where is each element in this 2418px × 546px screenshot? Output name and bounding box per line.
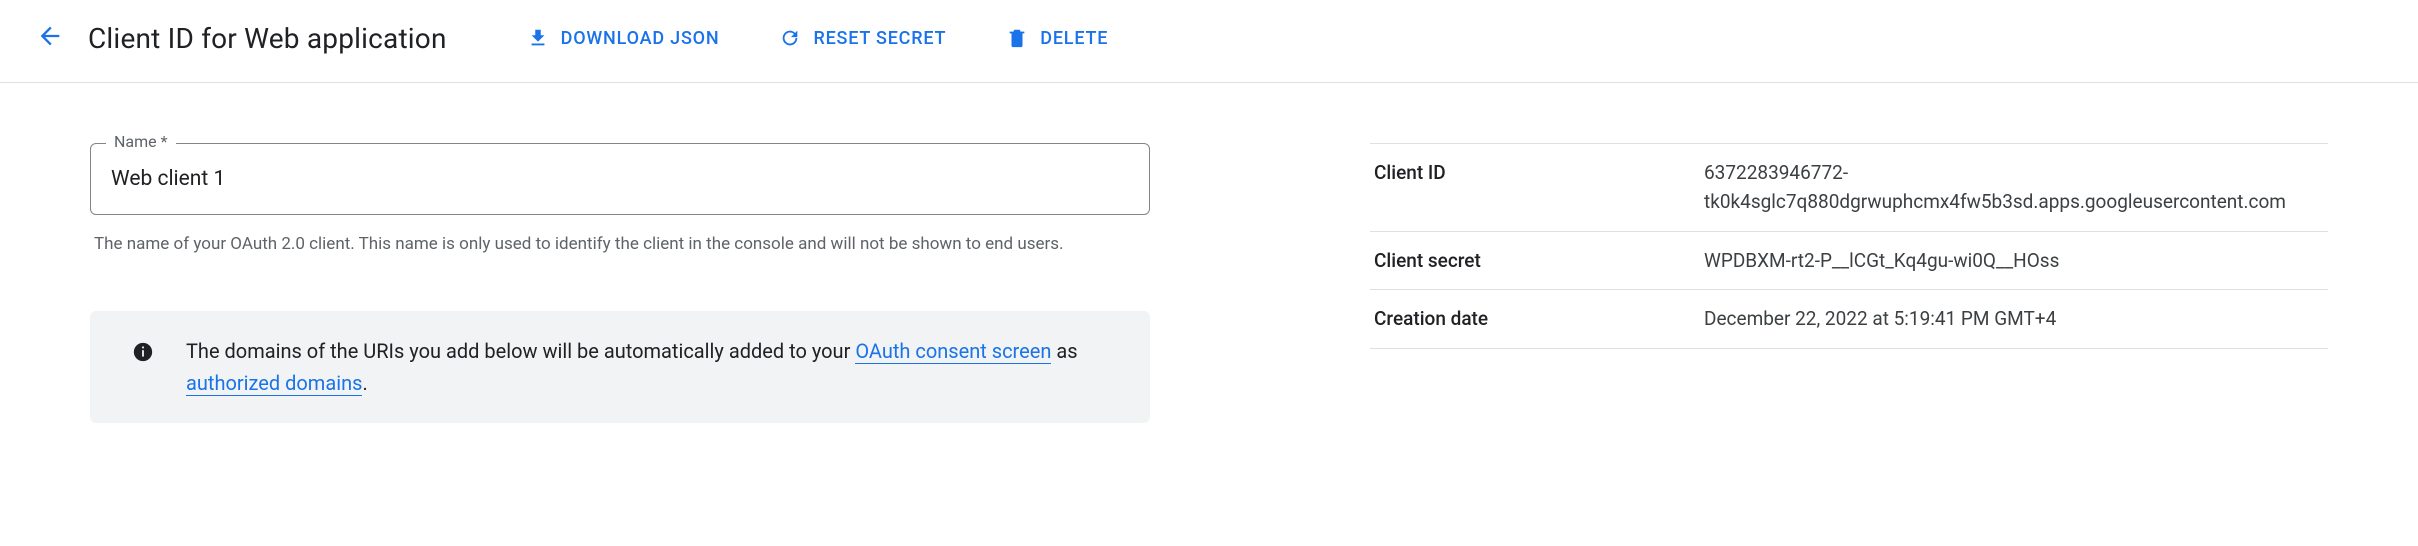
- info-text: The domains of the URIs you add below wi…: [186, 335, 1122, 399]
- name-field-label: Name *: [106, 132, 176, 151]
- name-input[interactable]: [90, 143, 1150, 215]
- download-json-label: DOWNLOAD JSON: [561, 28, 720, 49]
- oauth-consent-link[interactable]: OAuth consent screen: [855, 339, 1051, 364]
- cred-value-client-id: 6372283946772-tk0k4sglc7q880dgrwuphcmx4f…: [1700, 144, 2328, 232]
- download-json-button[interactable]: DOWNLOAD JSON: [527, 27, 720, 49]
- info-box: The domains of the URIs you add below wi…: [90, 311, 1150, 423]
- back-button[interactable]: [30, 18, 70, 58]
- table-row: Client ID 6372283946772-tk0k4sglc7q880dg…: [1370, 144, 2328, 232]
- authorized-domains-link[interactable]: authorized domains: [186, 371, 362, 396]
- cred-value-client-secret: WPDBXM-rt2-P__lCGt_Kq4gu-wi0Q__HOss: [1700, 231, 2328, 289]
- name-helper-text: The name of your OAuth 2.0 client. This …: [90, 227, 1070, 257]
- info-icon: [132, 341, 154, 367]
- cred-value-creation-date: December 22, 2022 at 5:19:41 PM GMT+4: [1700, 290, 2328, 348]
- table-row: Creation date December 22, 2022 at 5:19:…: [1370, 290, 2328, 348]
- cred-label-creation-date: Creation date: [1370, 290, 1700, 348]
- name-field-wrap: Name *: [90, 143, 1150, 215]
- page-header: Client ID for Web application DOWNLOAD J…: [0, 0, 2418, 83]
- cred-label-client-id: Client ID: [1370, 144, 1700, 232]
- reset-secret-label: RESET SECRET: [813, 28, 946, 49]
- reset-secret-button[interactable]: RESET SECRET: [779, 27, 946, 49]
- credentials-table: Client ID 6372283946772-tk0k4sglc7q880dg…: [1370, 143, 2328, 349]
- trash-icon: [1006, 27, 1028, 49]
- cred-label-client-secret: Client secret: [1370, 231, 1700, 289]
- delete-button[interactable]: DELETE: [1006, 27, 1108, 49]
- refresh-icon: [779, 27, 801, 49]
- download-icon: [527, 27, 549, 49]
- delete-label: DELETE: [1040, 28, 1108, 49]
- arrow-left-icon: [36, 22, 64, 54]
- table-row: Client secret WPDBXM-rt2-P__lCGt_Kq4gu-w…: [1370, 231, 2328, 289]
- page-title: Client ID for Web application: [88, 22, 447, 55]
